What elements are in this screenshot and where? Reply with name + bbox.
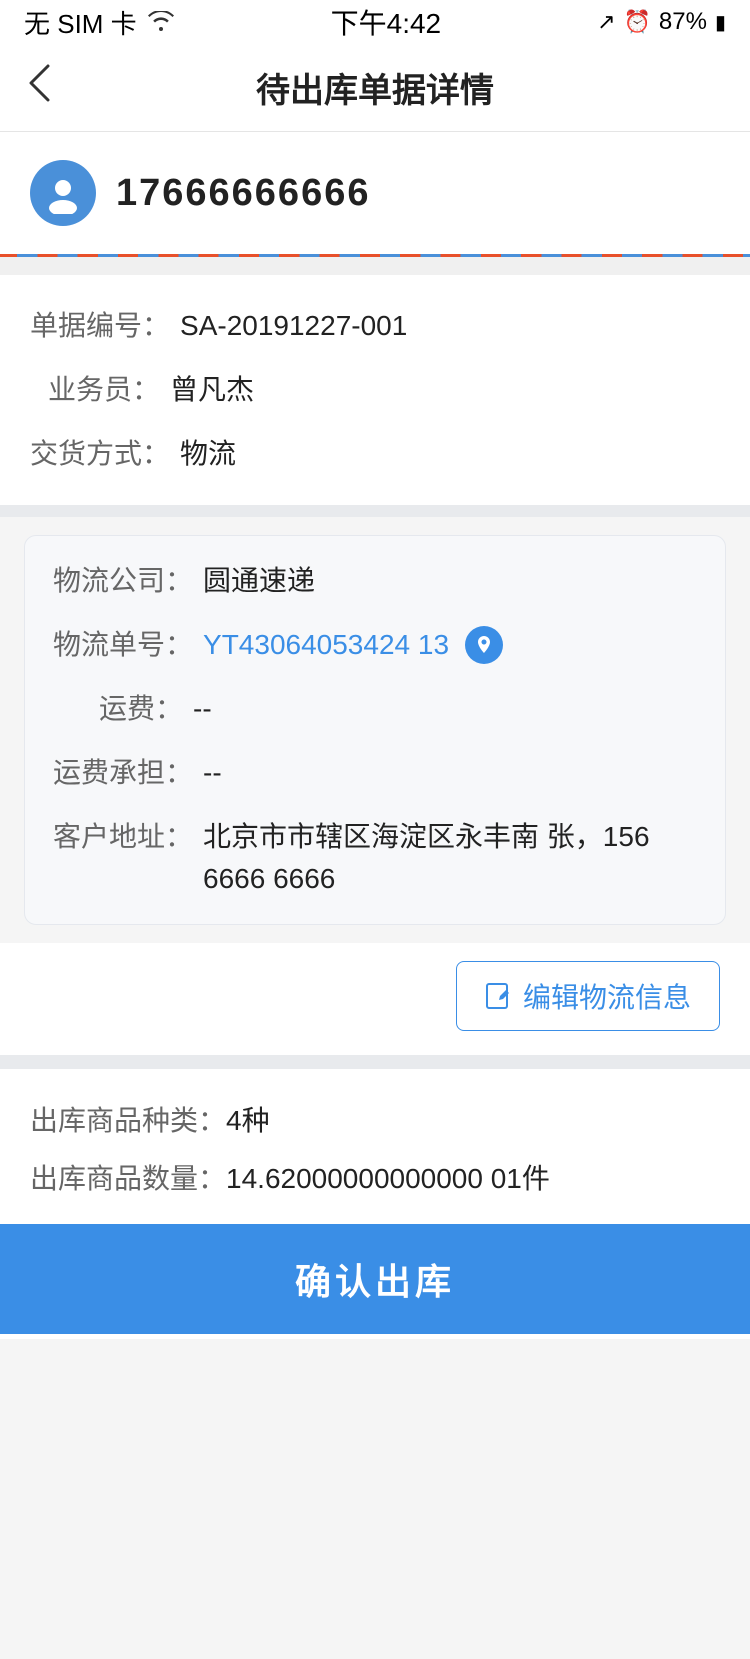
freight-row: 运费： -- <box>53 688 697 730</box>
status-right: ↗ ⏰ 87% ▮ <box>597 8 726 36</box>
stats-section: 出库商品种类： 4种 出库商品数量： 14.62000000000000 01件 <box>0 1069 750 1227</box>
battery-icon: ▮ <box>715 10 726 35</box>
status-time: 下午4:42 <box>331 2 442 42</box>
customer-header: 17666666666 <box>0 132 750 257</box>
status-left: 无 SIM 卡 <box>24 4 175 41</box>
logistics-tracking-label: 物流单号： <box>53 624 203 666</box>
confirm-outbound-button[interactable]: 确认出库 <box>0 1224 750 1334</box>
salesman-value: 曾凡杰 <box>170 369 720 411</box>
alarm-icon: ⏰ <box>624 9 651 35</box>
address-row: 客户地址： 北京市市辖区海淀区永丰南 张，156 6666 6666 <box>53 816 697 900</box>
empty-area <box>0 1339 750 1539</box>
main-content: 17666666666 单据编号： SA-20191227-001 业务员： 曾… <box>0 132 750 1659</box>
carrier-text: 无 SIM 卡 <box>24 4 137 41</box>
stats-type-row: 出库商品种类： 4种 <box>30 1099 720 1139</box>
edit-logistics-button[interactable]: 编辑物流信息 <box>456 961 720 1031</box>
logistics-company-label: 物流公司： <box>53 560 203 602</box>
order-number-value: SA-20191227-001 <box>180 305 720 347</box>
divider-2 <box>0 505 750 517</box>
stats-quantity-label: 出库商品数量： <box>30 1157 226 1197</box>
divider-1 <box>0 257 750 275</box>
order-number-row: 单据编号： SA-20191227-001 <box>30 305 720 347</box>
back-button[interactable] <box>28 64 50 111</box>
wifi-icon <box>147 7 175 38</box>
address-value: 北京市市辖区海淀区永丰南 张，156 6666 6666 <box>203 816 697 900</box>
freight-label: 运费： <box>53 688 193 730</box>
stats-quantity-row: 出库商品数量： 14.62000000000000 01件 <box>30 1157 720 1197</box>
stats-type-label: 出库商品种类： <box>30 1099 226 1139</box>
logistics-company-row: 物流公司： 圆通速递 <box>53 560 697 602</box>
status-bar: 无 SIM 卡 下午4:42 ↗ ⏰ 87% ▮ <box>0 0 750 44</box>
order-number-label: 单据编号： <box>30 305 180 347</box>
logistics-info-section: 物流公司： 圆通速递 物流单号： YT43064053424 13 运费： --… <box>24 535 726 925</box>
page-title: 待出库单据详情 <box>256 63 494 112</box>
logistics-company-value: 圆通速递 <box>203 560 697 602</box>
edit-logistics-label: 编辑物流信息 <box>523 976 691 1016</box>
nav-bar: 待出库单据详情 <box>0 44 750 132</box>
edit-button-row: 编辑物流信息 <box>0 943 750 1055</box>
address-label: 客户地址： <box>53 816 203 858</box>
delivery-method-row: 交货方式： 物流 <box>30 433 720 475</box>
customer-phone: 17666666666 <box>116 172 370 215</box>
delivery-method-value: 物流 <box>180 433 720 475</box>
divider-3 <box>0 1055 750 1069</box>
avatar <box>30 160 96 226</box>
freight-bearer-value: -- <box>203 752 697 794</box>
salesman-row: 业务员： 曾凡杰 <box>30 369 720 411</box>
delivery-method-label: 交货方式： <box>30 433 180 475</box>
freight-bearer-label: 运费承担： <box>53 752 203 794</box>
confirm-outbound-label: 确认出库 <box>295 1253 455 1305</box>
order-info-section: 单据编号： SA-20191227-001 业务员： 曾凡杰 交货方式： 物流 <box>0 275 750 505</box>
location-status-icon: ↗ <box>597 9 615 35</box>
battery-text: 87% <box>659 8 707 36</box>
logistics-tracking-row: 物流单号： YT43064053424 13 <box>53 624 697 666</box>
freight-bearer-row: 运费承担： -- <box>53 752 697 794</box>
logistics-tracking-value: YT43064053424 13 <box>203 624 449 666</box>
stats-type-value: 4种 <box>226 1099 270 1139</box>
freight-value: -- <box>193 688 697 730</box>
stats-quantity-value: 14.62000000000000 01件 <box>226 1157 550 1197</box>
tracking-value-container: YT43064053424 13 <box>203 624 503 666</box>
tracking-location-icon[interactable] <box>465 626 503 664</box>
salesman-label: 业务员： <box>30 369 170 411</box>
